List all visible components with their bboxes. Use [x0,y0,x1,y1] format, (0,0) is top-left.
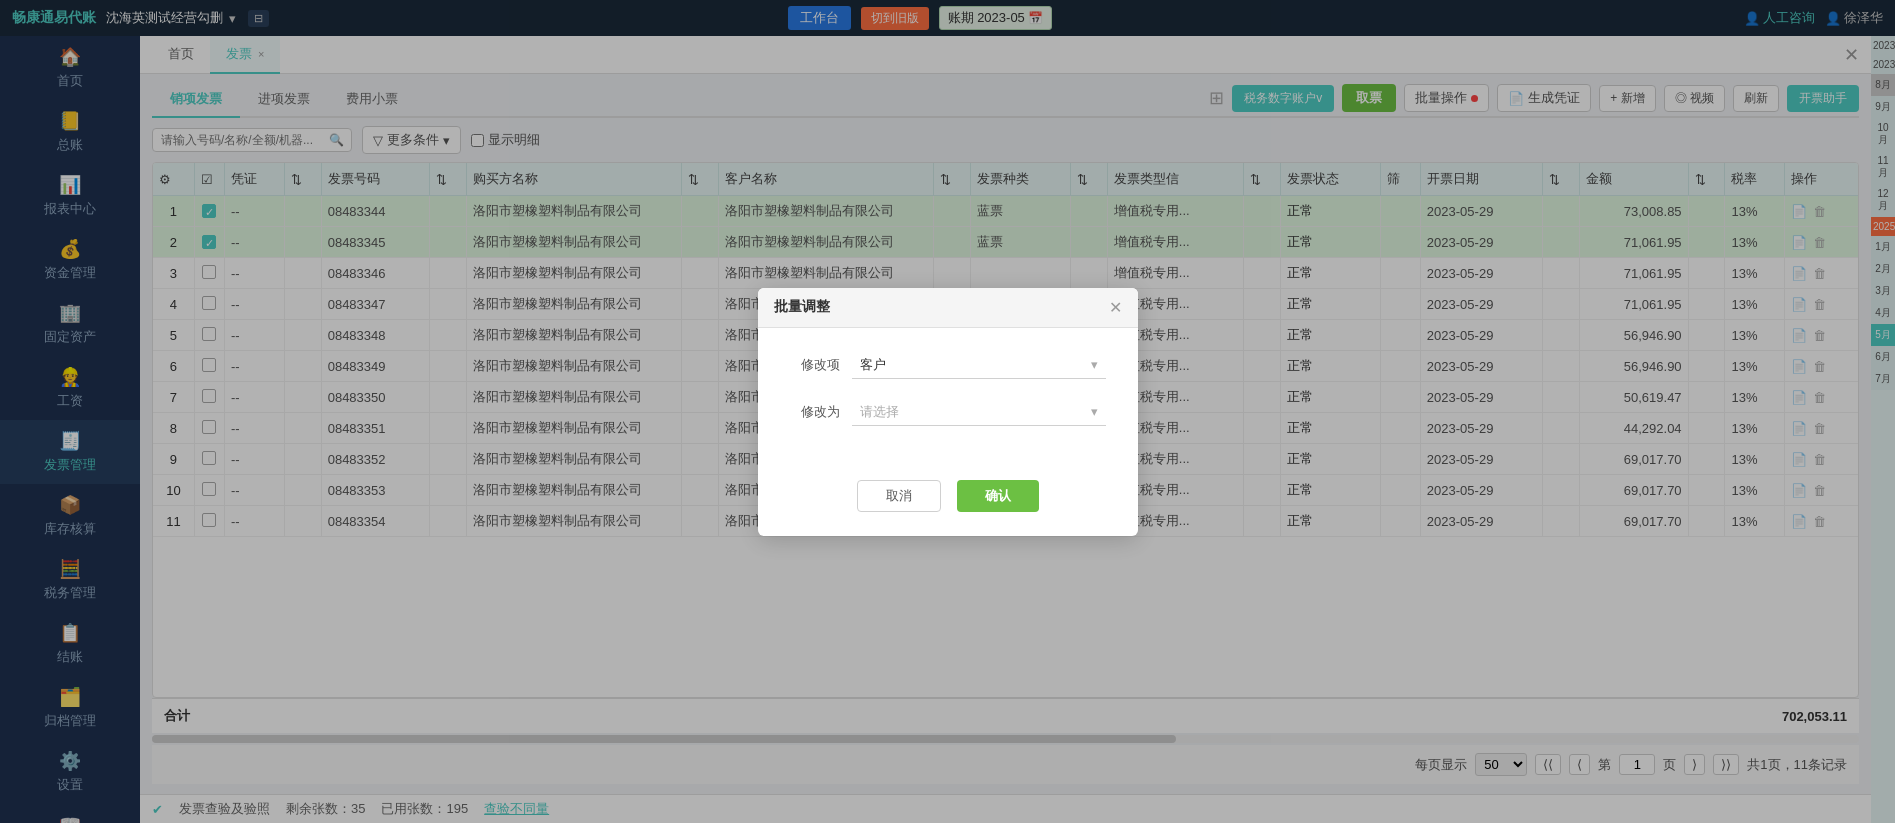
modal-body: 修改项 客户 ▾ 修改为 请选择 ▾ [758,328,1138,470]
modify-field-select[interactable]: 客户 ▾ [852,352,1106,379]
modal-overlay[interactable]: 批量调整 ✕ 修改项 客户 ▾ 修改为 请选择 ▾ 取消 确认 [0,0,1895,823]
modify-field-value: 客户 [860,356,886,374]
modify-field-chevron-icon: ▾ [1091,357,1098,372]
modify-field-label: 修改项 [790,356,840,374]
modify-to-select[interactable]: 请选择 ▾ [852,399,1106,426]
modify-to-placeholder: 请选择 [860,403,899,421]
modify-to-label: 修改为 [790,403,840,421]
modify-to-chevron-icon: ▾ [1091,404,1098,419]
modal-confirm-button[interactable]: 确认 [957,480,1039,512]
modal-cancel-button[interactable]: 取消 [857,480,941,512]
modify-to-row: 修改为 请选择 ▾ [790,399,1106,426]
modal-header: 批量调整 ✕ [758,288,1138,328]
modal-title: 批量调整 [774,298,830,316]
batch-adjust-modal: 批量调整 ✕ 修改项 客户 ▾ 修改为 请选择 ▾ 取消 确认 [758,288,1138,536]
modal-footer: 取消 确认 [758,470,1138,536]
modify-field-row: 修改项 客户 ▾ [790,352,1106,379]
modal-close-button[interactable]: ✕ [1109,298,1122,317]
